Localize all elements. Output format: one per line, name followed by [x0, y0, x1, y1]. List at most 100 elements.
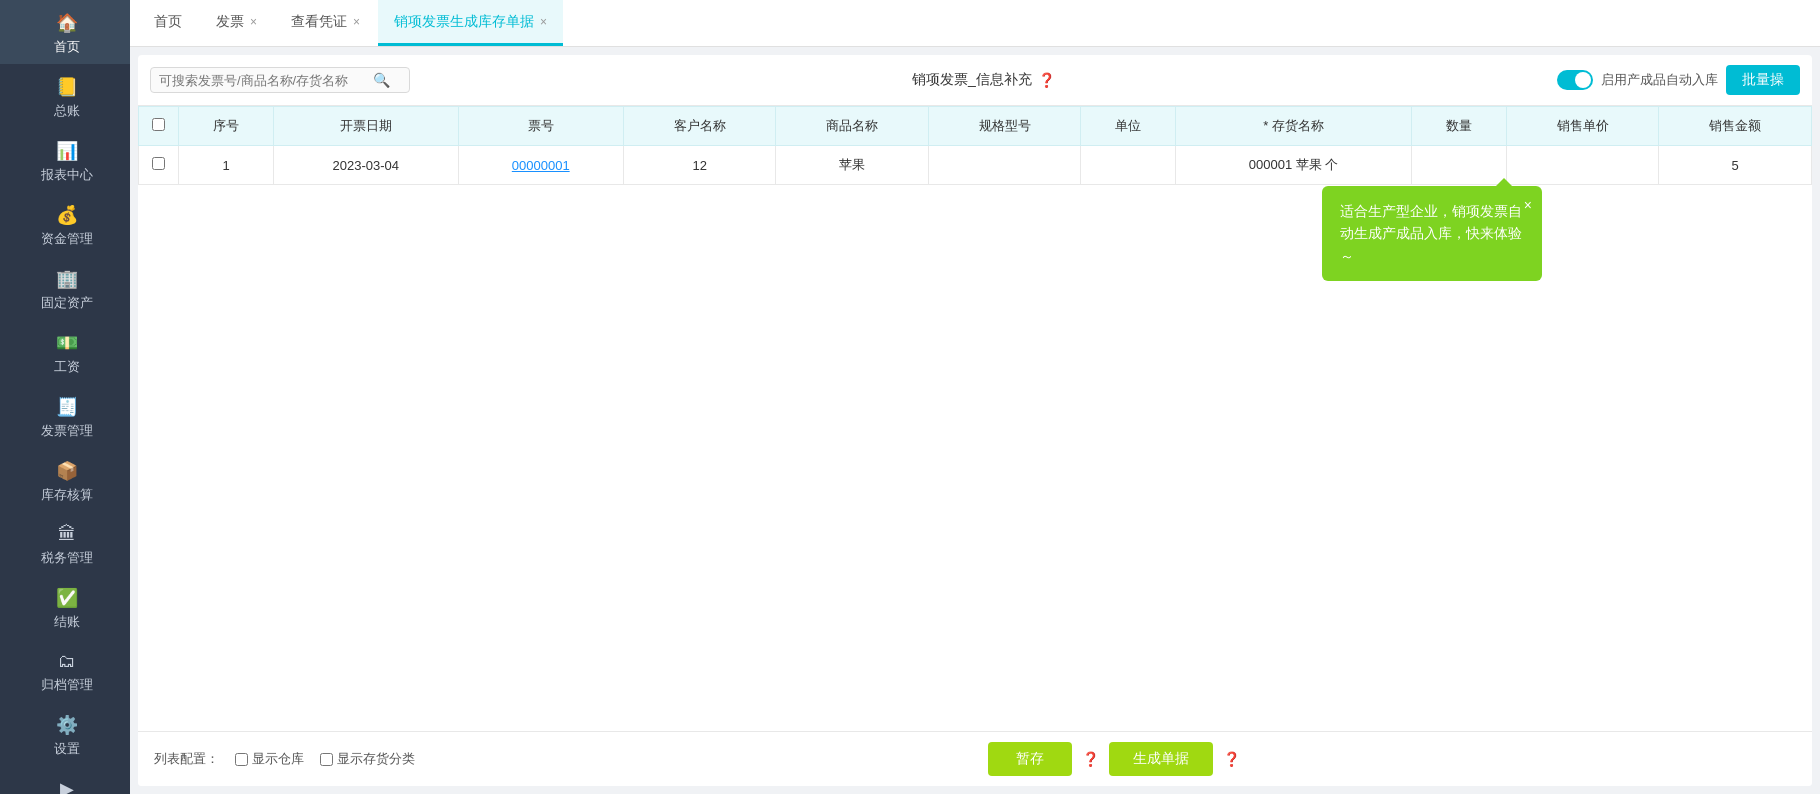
tab-create-inventory[interactable]: 销项发票生成库存单据 × — [378, 0, 563, 46]
sidebar-item-ledger[interactable]: 📒 总账 — [0, 64, 130, 128]
guide-icon: ▶ — [60, 778, 74, 794]
tooltip-popup: × 适合生产型企业，销项发票自动生成产成品入库，快来体验～ — [1322, 186, 1542, 281]
sidebar-item-label: 税务管理 — [41, 549, 93, 567]
table-header-row: 序号 开票日期 票号 客户名称 商品名称 规格型号 单位 * 存货名称 数量 销… — [139, 107, 1812, 146]
bottom-center: 暂存 ❓ 生成单据 ❓ — [431, 742, 1796, 776]
search-input[interactable] — [159, 73, 369, 88]
sidebar-item-label: 归档管理 — [41, 676, 93, 694]
row-product: 苹果 — [776, 146, 928, 185]
row-checkbox-cell — [139, 146, 179, 185]
toolbar-title: 销项发票_信息补充 — [912, 71, 1032, 89]
sidebar-item-label: 设置 — [54, 740, 80, 758]
tab-create-inventory-close[interactable]: × — [540, 15, 547, 29]
sidebar-item-label: 库存核算 — [41, 486, 93, 504]
tab-invoice-label: 发票 — [216, 13, 244, 31]
table-row: 1 2023-03-04 00000001 12 苹果 000001 苹果 个 … — [139, 146, 1812, 185]
inventory-icon: 📦 — [56, 460, 78, 482]
tab-view-voucher-close[interactable]: × — [353, 15, 360, 29]
row-checkbox[interactable] — [152, 157, 165, 170]
header-product: 商品名称 — [776, 107, 928, 146]
help-icon-title[interactable]: ❓ — [1038, 72, 1055, 88]
row-customer: 12 — [623, 146, 775, 185]
toggle-label: 启用产成品自动入库 — [1601, 71, 1718, 89]
header-amount: 销售金额 — [1659, 107, 1812, 146]
sidebar: 🏠 首页 📒 总账 📊 报表中心 💰 资金管理 🏢 固定资产 💵 工资 🧾 发票… — [0, 0, 130, 794]
tab-invoice-close[interactable]: × — [250, 15, 257, 29]
sidebar-item-salary[interactable]: 💵 工资 — [0, 320, 130, 384]
sidebar-item-home[interactable]: 🏠 首页 — [0, 0, 130, 64]
save-help-icon[interactable]: ❓ — [1082, 751, 1099, 767]
funds-icon: 💰 — [56, 204, 78, 226]
sidebar-item-tax[interactable]: 🏛 税务管理 — [0, 512, 130, 575]
show-warehouse-label[interactable]: 显示仓库 — [235, 750, 304, 768]
sidebar-item-assets[interactable]: 🏢 固定资产 — [0, 256, 130, 320]
tab-bar: 首页 发票 × 查看凭证 × 销项发票生成库存单据 × — [130, 0, 1820, 47]
show-inventory-category-label[interactable]: 显示存货分类 — [320, 750, 415, 768]
header-qty: 数量 — [1411, 107, 1506, 146]
header-inventory-name: * 存货名称 — [1176, 107, 1412, 146]
sidebar-item-archive[interactable]: 🗂 归档管理 — [0, 639, 130, 702]
sidebar-item-label: 资金管理 — [41, 230, 93, 248]
tab-home[interactable]: 首页 — [138, 0, 198, 46]
invoice-mgmt-icon: 🧾 — [56, 396, 78, 418]
tax-icon: 🏛 — [58, 524, 76, 545]
ledger-icon: 📒 — [56, 76, 78, 98]
sidebar-item-guide[interactable]: ▶ 新手引导 — [0, 766, 130, 794]
batch-button[interactable]: 批量操 — [1726, 65, 1800, 95]
row-date: 2023-03-04 — [274, 146, 459, 185]
tab-home-label: 首页 — [154, 13, 182, 31]
reports-icon: 📊 — [56, 140, 78, 162]
sidebar-item-invoice-mgmt[interactable]: 🧾 发票管理 — [0, 384, 130, 448]
header-customer: 客户名称 — [623, 107, 775, 146]
row-inventory-name: 000001 苹果 个 — [1176, 146, 1412, 185]
assets-icon: 🏢 — [56, 268, 78, 290]
sidebar-item-label: 工资 — [54, 358, 80, 376]
sidebar-item-settings[interactable]: ⚙️ 设置 — [0, 702, 130, 766]
save-button[interactable]: 暂存 — [988, 742, 1072, 776]
header-seq: 序号 — [179, 107, 274, 146]
config-label: 列表配置： — [154, 750, 219, 768]
header-date: 开票日期 — [274, 107, 459, 146]
sidebar-item-inventory[interactable]: 📦 库存核算 — [0, 448, 130, 512]
invoice-no-link[interactable]: 00000001 — [512, 158, 570, 173]
show-warehouse-checkbox[interactable] — [235, 753, 248, 766]
show-warehouse-text: 显示仓库 — [252, 750, 304, 768]
row-unit — [1081, 146, 1176, 185]
row-invoice-no[interactable]: 00000001 — [458, 146, 623, 185]
tab-view-voucher[interactable]: 查看凭证 × — [275, 0, 376, 46]
header-unit: 单位 — [1081, 107, 1176, 146]
sidebar-item-closing[interactable]: ✅ 结账 — [0, 575, 130, 639]
row-price — [1506, 146, 1658, 185]
sidebar-item-label: 结账 — [54, 613, 80, 631]
closing-icon: ✅ — [56, 587, 78, 609]
tab-invoice[interactable]: 发票 × — [200, 0, 273, 46]
sidebar-item-label: 发票管理 — [41, 422, 93, 440]
search-icon: 🔍 — [373, 72, 390, 88]
toolbar: 🔍 销项发票_信息补充 ❓ 启用产成品自动入库 批量操 — [138, 55, 1812, 106]
auto-warehouse-toggle[interactable] — [1557, 70, 1593, 90]
show-inventory-category-checkbox[interactable] — [320, 753, 333, 766]
sidebar-item-label: 固定资产 — [41, 294, 93, 312]
toolbar-right: 启用产成品自动入库 批量操 — [1557, 65, 1800, 95]
toolbar-center: 销项发票_信息补充 ❓ — [418, 71, 1549, 89]
show-inventory-category-text: 显示存货分类 — [337, 750, 415, 768]
tooltip-close-button[interactable]: × — [1524, 194, 1532, 216]
table-container: 序号 开票日期 票号 客户名称 商品名称 规格型号 单位 * 存货名称 数量 销… — [138, 106, 1812, 731]
header-spec: 规格型号 — [928, 107, 1080, 146]
settings-icon: ⚙️ — [56, 714, 78, 736]
sidebar-item-funds[interactable]: 💰 资金管理 — [0, 192, 130, 256]
sidebar-item-reports[interactable]: 📊 报表中心 — [0, 128, 130, 192]
row-qty — [1411, 146, 1506, 185]
sidebar-item-label: 首页 — [54, 38, 80, 56]
select-all-checkbox[interactable] — [152, 118, 165, 131]
search-box[interactable]: 🔍 — [150, 67, 410, 93]
generate-help-icon[interactable]: ❓ — [1223, 751, 1240, 767]
row-seq: 1 — [179, 146, 274, 185]
generate-button[interactable]: 生成单据 — [1109, 742, 1213, 776]
sidebar-item-label: 报表中心 — [41, 166, 93, 184]
main-area: 首页 发票 × 查看凭证 × 销项发票生成库存单据 × 🔍 销项发票_信息补充 … — [130, 0, 1820, 794]
archive-icon: 🗂 — [58, 651, 76, 672]
home-icon: 🏠 — [56, 12, 78, 34]
header-price: 销售单价 — [1506, 107, 1658, 146]
bottom-bar: 列表配置： 显示仓库 显示存货分类 暂存 ❓ 生成单据 ❓ — [138, 731, 1812, 786]
